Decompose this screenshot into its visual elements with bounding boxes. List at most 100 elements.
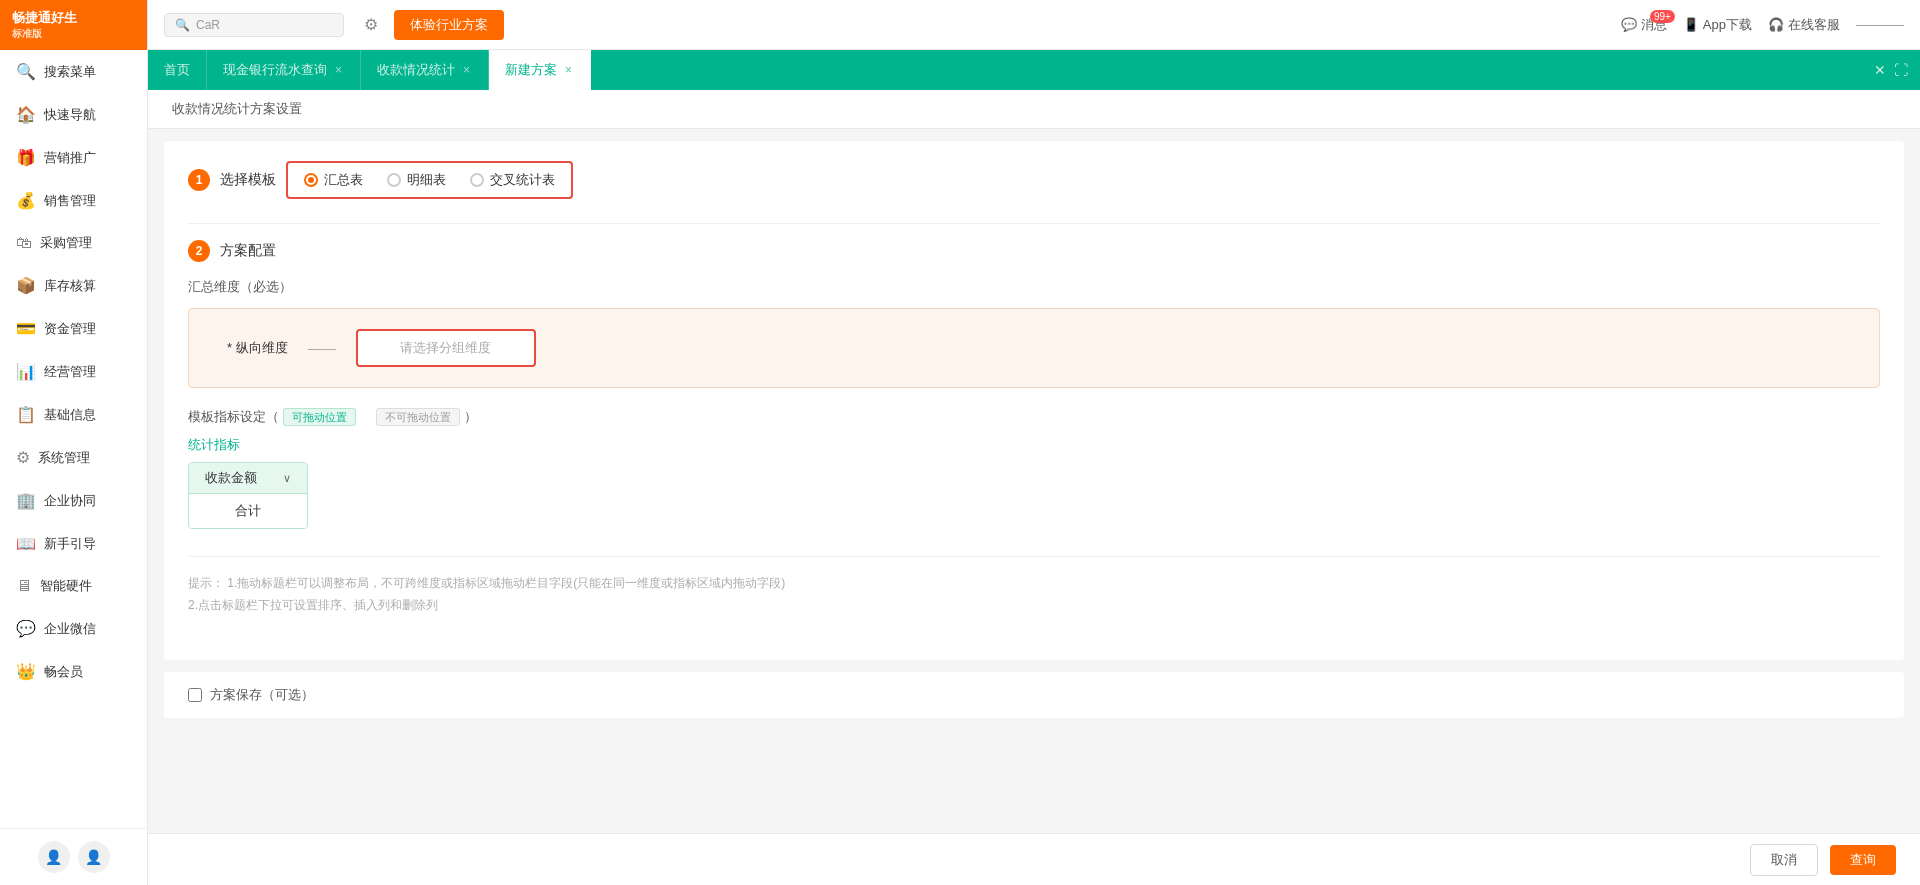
radio-summary[interactable]: 汇总表 — [304, 171, 363, 189]
topbar-search-box[interactable]: 🔍 CaR — [164, 13, 344, 37]
service-icon: 🎧 — [1768, 17, 1784, 32]
money-icon: 💰 — [16, 191, 36, 210]
message-badge: 99+ — [1650, 10, 1675, 23]
logo-version: 标准版 — [12, 27, 77, 41]
dim-placeholder[interactable]: 请选择分组维度 — [356, 329, 536, 367]
sidebar-item-wechat[interactable]: 💬 企业微信 — [0, 607, 147, 650]
query-button[interactable]: 查询 — [1830, 845, 1896, 875]
sidebar-item-member[interactable]: 👑 畅会员 — [0, 650, 147, 693]
sidebar-item-basic-info[interactable]: 📋 基础信息 — [0, 393, 147, 436]
sidebar-item-purchase[interactable]: 🛍 采购管理 — [0, 222, 147, 264]
sidebar-item-label: 智能硬件 — [40, 577, 92, 595]
tab-new-plan-close[interactable]: × — [563, 61, 574, 79]
building-icon: 🏢 — [16, 491, 36, 510]
section-sep — [188, 223, 1880, 224]
radio-detail-label: 明细表 — [407, 171, 446, 189]
topbar: 🔍 CaR ⚙ 体验行业方案 💬 消息 99+ 📱 App下载 🎧 在线客服 —… — [148, 0, 1920, 50]
book-icon: 📖 — [16, 534, 36, 553]
tab-new-plan[interactable]: 新建方案 × — [489, 50, 591, 90]
sidebar-item-enterprise[interactable]: 🏢 企业协同 — [0, 479, 147, 522]
cancel-button[interactable]: 取消 — [1750, 844, 1818, 876]
vertical-dim-label: * 纵向维度 — [227, 339, 288, 357]
save-label: 方案保存（可选） — [210, 686, 314, 704]
sidebar-avatar-2[interactable]: 👤 — [78, 841, 110, 873]
radio-detail[interactable]: 明细表 — [387, 171, 446, 189]
industry-btn[interactable]: 体验行业方案 — [394, 10, 504, 40]
sidebar-item-label: 企业协同 — [44, 492, 96, 510]
bag-icon: 🛍 — [16, 234, 32, 252]
separator-text — [359, 409, 372, 424]
sidebar-item-label: 畅会员 — [44, 663, 83, 681]
monitor-icon: 🖥 — [16, 577, 32, 595]
indicator-section: 模板指标设定（ 可拖动位置 不可拖动位置 ） 统计指标 收款金额 ∨ — [188, 408, 1880, 532]
sidebar-item-operation[interactable]: 📊 经营管理 — [0, 350, 147, 393]
step1-header: 1 选择模板 汇总表 明细表 交叉统计表 — [188, 161, 1880, 199]
gear-icon: ⚙ — [16, 448, 30, 467]
radio-cross-label: 交叉统计表 — [490, 171, 555, 189]
sidebar-item-search-menu[interactable]: 🔍 搜索菜单 — [0, 50, 147, 93]
main-area: 🔍 CaR ⚙ 体验行业方案 💬 消息 99+ 📱 App下载 🎧 在线客服 —… — [148, 0, 1920, 885]
crown-icon: 👑 — [16, 662, 36, 681]
clipboard-icon: 📋 — [16, 405, 36, 424]
radio-cross[interactable]: 交叉统计表 — [470, 171, 555, 189]
chart-icon: 📊 — [16, 362, 36, 381]
tab-home[interactable]: 首页 — [148, 50, 207, 90]
step2-num: 2 — [188, 240, 210, 262]
home-icon: 🏠 — [16, 105, 36, 124]
sidebar-item-label: 库存核算 — [44, 277, 96, 295]
tab-receipt-stat[interactable]: 收款情况统计 × — [361, 50, 489, 90]
download-icon: 📱 — [1683, 17, 1699, 32]
box-icon: 📦 — [16, 276, 36, 295]
sidebar-item-finance[interactable]: 💳 资金管理 — [0, 307, 147, 350]
tab-bank-flow-close[interactable]: × — [333, 61, 344, 79]
sidebar-item-label: 系统管理 — [38, 449, 90, 467]
form-card: 1 选择模板 汇总表 明细表 交叉统计表 — [164, 141, 1904, 660]
sidebar-item-label: 采购管理 — [40, 234, 92, 252]
tab-maximize-icon[interactable]: ⛶ — [1894, 62, 1908, 78]
page-header: 收款情况统计方案设置 — [148, 90, 1920, 129]
settings-icon[interactable]: ⚙ — [364, 15, 378, 34]
sidebar-item-guide[interactable]: 📖 新手引导 — [0, 522, 147, 565]
tab-bank-flow[interactable]: 现金银行流水查询 × — [207, 50, 361, 90]
tab-close-all-icon[interactable]: ✕ — [1874, 62, 1886, 78]
dim-section-title: 汇总维度（必选） — [188, 278, 1880, 296]
online-service-btn[interactable]: 🎧 在线客服 — [1768, 16, 1840, 34]
bottom-bar: 取消 查询 — [148, 833, 1920, 885]
sidebar-item-marketing[interactable]: 🎁 营销推广 — [0, 136, 147, 179]
step2-section: 2 方案配置 汇总维度（必选） * 纵向维度 —— 请选择分组维度 — [188, 240, 1880, 616]
sidebar-item-quick-nav[interactable]: 🏠 快速导航 — [0, 93, 147, 136]
logo-brand: 畅捷通好生 — [12, 9, 77, 27]
sidebar-item-inventory[interactable]: 📦 库存核算 — [0, 264, 147, 307]
tips-line2: 2.点击标题栏下拉可设置排序、插入列和删除列 — [188, 595, 1880, 617]
topbar-right: 💬 消息 99+ 📱 App下载 🎧 在线客服 ———— — [1621, 16, 1904, 34]
indicator-table-header[interactable]: 收款金额 ∨ — [189, 463, 307, 494]
tab-receipt-stat-label: 收款情况统计 — [377, 61, 455, 79]
sidebar-item-label: 搜索菜单 — [44, 63, 96, 81]
save-checkbox[interactable] — [188, 688, 202, 702]
online-service-label: 在线客服 — [1788, 16, 1840, 34]
tab-receipt-stat-close[interactable]: × — [461, 61, 472, 79]
indicator-header-text: 模板指标设定（ 可拖动位置 不可拖动位置 ） — [188, 408, 477, 426]
breadcrumb: 收款情况统计方案设置 — [172, 101, 302, 116]
sidebar-item-sales[interactable]: 💰 销售管理 — [0, 179, 147, 222]
tabbar: 首页 现金银行流水查询 × 收款情况统计 × 新建方案 × ✕ ⛶ — [148, 50, 1920, 90]
step1-num: 1 — [188, 169, 210, 191]
search-icon: 🔍 — [175, 18, 190, 32]
app-download-btn[interactable]: 📱 App下载 — [1683, 16, 1752, 34]
sidebar-item-system[interactable]: ⚙ 系统管理 — [0, 436, 147, 479]
template-radio-group: 汇总表 明细表 交叉统计表 — [286, 161, 573, 199]
tabbar-actions: ✕ ⛶ — [1862, 50, 1920, 90]
sidebar-item-smart-hw[interactable]: 🖥 智能硬件 — [0, 565, 147, 607]
dim-row: * 纵向维度 —— 请选择分组维度 — [213, 329, 1855, 367]
message-btn[interactable]: 💬 消息 99+ — [1621, 16, 1667, 34]
sidebar: 畅捷通好生 标准版 🔍 搜索菜单 🏠 快速导航 🎁 营销推广 💰 销售管理 🛍 … — [0, 0, 148, 885]
tab-home-label: 首页 — [164, 61, 190, 79]
search-text: CaR — [196, 18, 220, 32]
sidebar-avatar-1[interactable]: 👤 — [38, 841, 70, 873]
sidebar-logo: 畅捷通好生 标准版 — [0, 0, 147, 50]
dim-section: 汇总维度（必选） * 纵向维度 —— 请选择分组维度 — [188, 278, 1880, 388]
chevron-down-icon[interactable]: ∨ — [283, 472, 291, 485]
indicator-header: 模板指标设定（ 可拖动位置 不可拖动位置 ） — [188, 408, 1880, 426]
indicator-table-cell: 合计 — [189, 494, 307, 528]
table-header-text: 收款金额 — [205, 469, 257, 487]
